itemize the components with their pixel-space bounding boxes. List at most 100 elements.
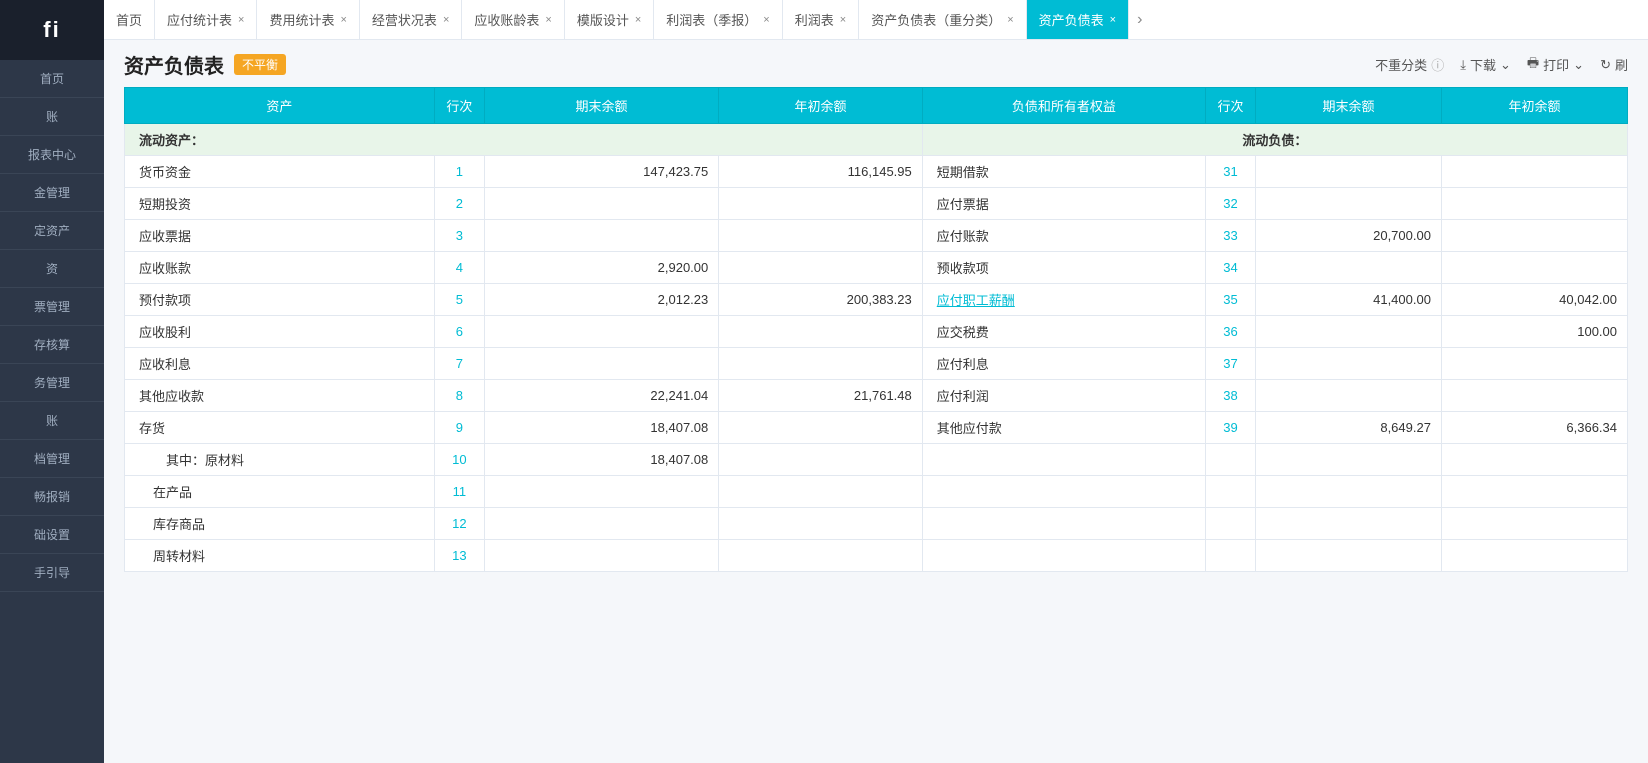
asset-name: 其中：原材料 (125, 444, 435, 476)
sidebar-item-inventory[interactable]: 存核算 (0, 326, 104, 364)
row-num-liability: 38 (1205, 380, 1255, 412)
tab-close-8[interactable]: × (1007, 14, 1013, 26)
sidebar-item-archive[interactable]: 档管理 (0, 440, 104, 478)
start-balance-liability (1441, 540, 1627, 572)
row-num-liability: 32 (1205, 188, 1255, 220)
balance-sheet-table: 资产 行次 期末余额 年初余额 负债和所有者权益 行次 期末余额 年初余额 流动… (124, 87, 1628, 572)
tab-payable-stats[interactable]: 应付统计表× (155, 0, 257, 39)
start-balance-asset (719, 220, 923, 252)
sidebar-item-ledger[interactable]: 账 (0, 402, 104, 440)
refresh-action[interactable]: ↻ 刷 (1600, 55, 1628, 74)
tab-close-6[interactable]: × (763, 14, 769, 26)
row-num-liability (1205, 508, 1255, 540)
tab-close-4[interactable]: × (545, 14, 551, 26)
liability-name: 应付利息 (922, 348, 1205, 380)
end-balance-asset (484, 348, 718, 380)
end-balance-asset (484, 508, 718, 540)
sidebar-item-account[interactable]: 账 (0, 98, 104, 136)
sidebar-item-fixed-assets[interactable]: 定资产 (0, 212, 104, 250)
page-actions: 不重分类 ⓘ ⤓ 下载 ⌄ 🖶 打印 ⌄ ↻ 刷 (1375, 54, 1628, 76)
sidebar-item-report-center[interactable]: 报表中心 (0, 136, 104, 174)
tab-close-5[interactable]: × (635, 14, 641, 26)
asset-name: 短期投资 (125, 188, 435, 220)
row-num-liability: 36 (1205, 316, 1255, 348)
print-action[interactable]: 🖶 打印 ⌄ (1527, 54, 1584, 76)
tab-bar: 首页 应付统计表× 费用统计表× 经营状况表× 应收账龄表× 模版设计× 利润表… (104, 0, 1648, 40)
download-icon: ⤓ (1460, 57, 1466, 73)
col-start-a: 年初余额 (719, 88, 923, 124)
row-num-asset: 6 (434, 316, 484, 348)
sidebar-item-tax[interactable]: 务管理 (0, 364, 104, 402)
liability-name: 预收款项 (922, 252, 1205, 284)
table-row: 流动资产： 流动负债： (125, 124, 1628, 156)
section-asset-label: 流动资产： (125, 124, 923, 156)
sidebar-item-home[interactable]: 首页 (0, 60, 104, 98)
liability-name: 应付职工薪酬 (922, 284, 1205, 316)
row-num-asset: 3 (434, 220, 484, 252)
sidebar-item-investment[interactable]: 资 (0, 250, 104, 288)
tab-balance-reclassified[interactable]: 资产负债表（重分类）× (859, 0, 1026, 39)
table-row: 预付款项 5 2,012.23 200,383.23 应付职工薪酬 35 41,… (125, 284, 1628, 316)
table-header-row: 资产 行次 期末余额 年初余额 负债和所有者权益 行次 期末余额 年初余额 (125, 88, 1628, 124)
tab-scroll-right[interactable]: › (1129, 0, 1150, 39)
classify-action[interactable]: 不重分类 ⓘ (1375, 55, 1444, 74)
start-balance-liability: 100.00 (1441, 316, 1627, 348)
tab-ar-aging[interactable]: 应收账龄表× (462, 0, 564, 39)
table-container: 资产 行次 期末余额 年初余额 负债和所有者权益 行次 期末余额 年初余额 流动… (104, 87, 1648, 763)
tab-template[interactable]: 模版设计× (565, 0, 654, 39)
row-num-liability: 35 (1205, 284, 1255, 316)
tab-close-2[interactable]: × (340, 14, 346, 26)
end-balance-liability: 8,649.27 (1255, 412, 1441, 444)
asset-name: 应收利息 (125, 348, 435, 380)
row-num-liability (1205, 476, 1255, 508)
table-row: 存货 9 18,407.08 其他应付款 39 8,649.27 6,366.3… (125, 412, 1628, 444)
tab-balance[interactable]: 资产负债表× (1027, 0, 1129, 39)
start-balance-asset (719, 476, 923, 508)
asset-name: 存货 (125, 412, 435, 444)
asset-name: 库存商品 (125, 508, 435, 540)
end-balance-liability (1255, 444, 1441, 476)
end-balance-asset: 2,012.23 (484, 284, 718, 316)
tab-close-9[interactable]: × (1110, 14, 1116, 26)
table-row: 应收票据 3 应付账款 33 20,700.00 (125, 220, 1628, 252)
asset-name: 应收账款 (125, 252, 435, 284)
table-row: 短期投资 2 应付票据 32 (125, 188, 1628, 220)
row-num-asset: 4 (434, 252, 484, 284)
sidebar-item-fund[interactable]: 金管理 (0, 174, 104, 212)
start-balance-asset: 21,761.48 (719, 380, 923, 412)
tab-home[interactable]: 首页 (104, 0, 155, 39)
row-num-liability (1205, 444, 1255, 476)
liability-name: 应交税费 (922, 316, 1205, 348)
sidebar-item-guide[interactable]: 手引导 (0, 554, 104, 592)
sidebar-item-bill[interactable]: 票管理 (0, 288, 104, 326)
table-row: 周转材料 13 (125, 540, 1628, 572)
start-balance-liability (1441, 508, 1627, 540)
row-num-asset: 1 (434, 156, 484, 188)
tab-operations[interactable]: 经营状况表× (360, 0, 462, 39)
download-action[interactable]: ⤓ 下载 ⌄ (1460, 55, 1511, 74)
start-balance-asset (719, 348, 923, 380)
tab-close-7[interactable]: × (840, 14, 846, 26)
tab-expense-stats[interactable]: 费用统计表× (257, 0, 359, 39)
asset-name: 应收股利 (125, 316, 435, 348)
end-balance-asset (484, 540, 718, 572)
main-content: 首页 应付统计表× 费用统计表× 经营状况表× 应收账龄表× 模版设计× 利润表… (104, 0, 1648, 763)
refresh-label: 刷 (1615, 55, 1628, 74)
classify-label: 不重分类 (1375, 55, 1427, 74)
start-balance-asset (719, 252, 923, 284)
tab-close-1[interactable]: × (238, 14, 244, 26)
table-row: 应收股利 6 应交税费 36 100.00 (125, 316, 1628, 348)
sidebar-item-expense[interactable]: 畅报销 (0, 478, 104, 516)
tab-profit-quarterly[interactable]: 利润表（季报）× (654, 0, 782, 39)
sidebar-item-settings[interactable]: 础设置 (0, 516, 104, 554)
end-balance-liability (1255, 252, 1441, 284)
row-num-asset: 7 (434, 348, 484, 380)
help-icon: ⓘ (1431, 55, 1444, 74)
table-row: 货币资金 1 147,423.75 116,145.95 短期借款 31 (125, 156, 1628, 188)
end-balance-liability (1255, 508, 1441, 540)
end-balance-asset (484, 220, 718, 252)
tab-profit[interactable]: 利润表× (783, 0, 859, 39)
row-num-liability: 33 (1205, 220, 1255, 252)
end-balance-liability (1255, 348, 1441, 380)
tab-close-3[interactable]: × (443, 14, 449, 26)
